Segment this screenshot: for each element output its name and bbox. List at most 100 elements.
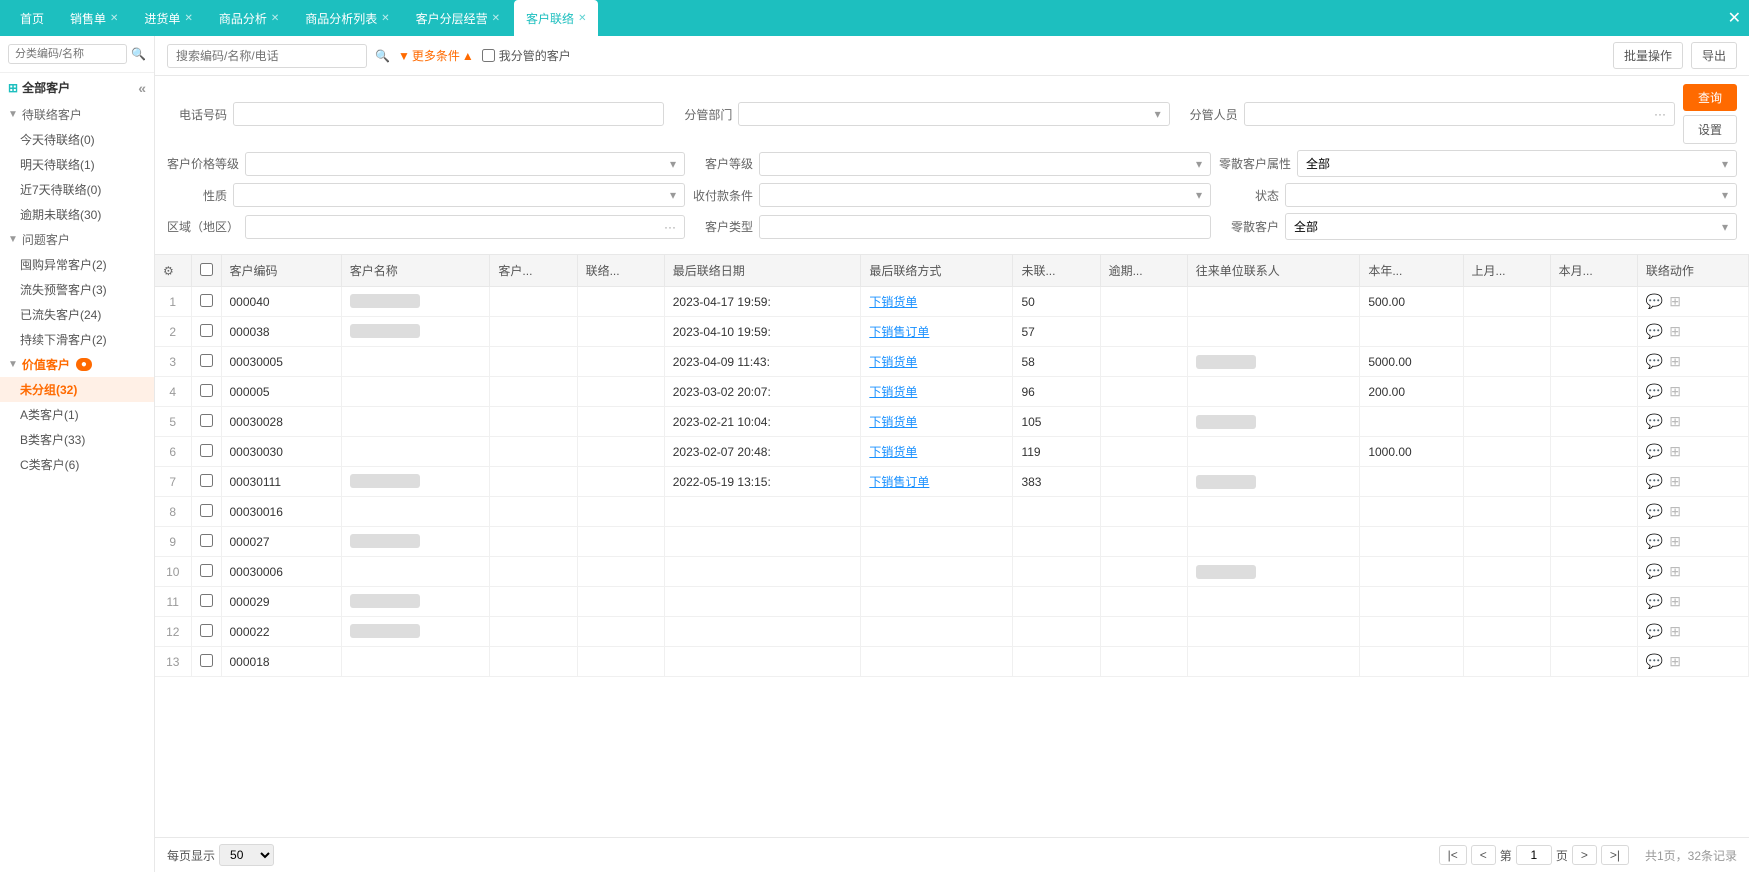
sidebar-item-overdue[interactable]: 逾期未联络(30) <box>0 202 154 227</box>
contact-method-link[interactable]: 下销货单 <box>869 445 917 459</box>
filter-retail-attr-select[interactable]: 全部 ▾ <box>1297 150 1737 177</box>
customer-segment-tab-close[interactable]: ✕ <box>492 13 500 24</box>
row-checkbox[interactable] <box>200 384 213 397</box>
product-analysis-tab-close[interactable]: ✕ <box>271 13 279 24</box>
contact-method-link[interactable]: 下销货单 <box>869 355 917 369</box>
chat-icon[interactable]: 💬 <box>1646 563 1663 580</box>
chat-icon[interactable]: 💬 <box>1646 653 1663 670</box>
name-col-header[interactable]: 客户名称 <box>341 255 490 287</box>
nav-tab-customer-contact[interactable]: 客户联络 ✕ <box>514 0 598 36</box>
overdue-col-header[interactable]: 逾期... <box>1100 255 1187 287</box>
batch-ops-btn[interactable]: 批量操作 <box>1613 42 1683 69</box>
last-month-col-header[interactable]: 上月... <box>1463 255 1550 287</box>
sales-tab-close[interactable]: ✕ <box>110 13 118 24</box>
more-conditions-btn[interactable]: ▼ 更多条件 ▲ <box>398 47 474 64</box>
row-checkbox[interactable] <box>200 564 213 577</box>
contact-col-header[interactable]: 联络... <box>577 255 664 287</box>
chat-icon[interactable]: 💬 <box>1646 353 1663 370</box>
last-contact-date-col-header[interactable]: 最后联络日期 <box>664 255 861 287</box>
chat-icon[interactable]: 💬 <box>1646 503 1663 520</box>
customer-contact-tab-close[interactable]: ✕ <box>578 13 586 24</box>
select-all-checkbox[interactable] <box>200 263 213 276</box>
last-page-btn[interactable]: >| <box>1601 845 1629 865</box>
sidebar-search-input[interactable] <box>8 44 127 64</box>
sidebar-item-declining[interactable]: 持续下滑客户(2) <box>0 327 154 352</box>
filter-region-select[interactable]: ··· <box>245 215 685 239</box>
per-page-select[interactable]: 50 100 200 <box>219 844 274 866</box>
filter-person-select[interactable]: ··· <box>1244 102 1675 126</box>
sidebar-collapse-btn[interactable]: « <box>138 80 146 96</box>
code-col-header[interactable]: 客户编码 <box>221 255 341 287</box>
contact-method-link[interactable]: 下销售订单 <box>869 475 929 489</box>
sidebar-group-pending-contact[interactable]: ▼ 待联络客户 <box>0 102 154 127</box>
filter-customer-level-select[interactable]: ▾ <box>759 152 1211 176</box>
row-checkbox[interactable] <box>200 324 213 337</box>
chat-icon[interactable]: 💬 <box>1646 383 1663 400</box>
next-page-btn[interactable]: > <box>1572 845 1597 865</box>
sidebar-item-unclassified[interactable]: 未分组(32) <box>0 377 154 402</box>
type-col-header[interactable]: 客户... <box>490 255 577 287</box>
filter-price-level-select[interactable]: ▾ <box>245 152 685 176</box>
purchase-tab-close[interactable]: ✕ <box>184 13 192 24</box>
nav-tab-home[interactable]: 首页 <box>8 10 56 27</box>
chat-icon[interactable]: 💬 <box>1646 593 1663 610</box>
chat-icon[interactable]: 💬 <box>1646 533 1663 550</box>
chat-icon[interactable]: 💬 <box>1646 623 1663 640</box>
unit-contact-col-header[interactable]: 往来单位联系人 <box>1187 255 1360 287</box>
window-close-btn[interactable]: ✕ <box>1728 8 1741 28</box>
row-checkbox[interactable] <box>200 504 213 517</box>
row-checkbox[interactable] <box>200 594 213 607</box>
row-checkbox[interactable] <box>200 354 213 367</box>
grid-action-icon[interactable]: ⊞ <box>1669 623 1681 640</box>
contact-method-link[interactable]: 下销售订单 <box>869 325 929 339</box>
grid-action-icon[interactable]: ⊞ <box>1669 653 1681 670</box>
nav-tab-customer-segment[interactable]: 客户分层经营 ✕ <box>404 0 512 36</box>
filter-customer-type-input[interactable] <box>759 215 1211 239</box>
filter-dept-select[interactable]: ▾ <box>738 102 1169 126</box>
nav-tab-purchase[interactable]: 进货单 ✕ <box>132 0 204 36</box>
grid-action-icon[interactable]: ⊞ <box>1669 383 1681 400</box>
sidebar-item-group-b[interactable]: B类客户(33) <box>0 427 154 452</box>
page-number-input[interactable] <box>1516 845 1552 865</box>
all-customers-header[interactable]: ⊞ 全部客户 « <box>0 73 154 102</box>
no-contact-col-header[interactable]: 未联... <box>1013 255 1100 287</box>
grid-action-icon[interactable]: ⊞ <box>1669 413 1681 430</box>
grid-action-icon[interactable]: ⊞ <box>1669 293 1681 310</box>
sidebar-item-lost[interactable]: 已流失客户(24) <box>0 302 154 327</box>
sidebar-item-group-a[interactable]: A类客户(1) <box>0 402 154 427</box>
query-btn[interactable]: 查询 <box>1683 84 1737 111</box>
filter-phone-input[interactable] <box>233 102 664 126</box>
contact-method-link[interactable]: 下销货单 <box>869 295 917 309</box>
sidebar-item-churn-risk[interactable]: 流失预警客户(3) <box>0 277 154 302</box>
filter-status-select[interactable]: ▾ <box>1285 183 1737 207</box>
sidebar-item-tomorrow[interactable]: 明天待联络(1) <box>0 152 154 177</box>
prev-page-btn[interactable]: < <box>1471 845 1496 865</box>
contact-method-link[interactable]: 下销货单 <box>869 385 917 399</box>
filter-payment-terms-select[interactable]: ▾ <box>759 183 1211 207</box>
row-checkbox[interactable] <box>200 474 213 487</box>
nav-tab-product-analysis[interactable]: 商品分析 ✕ <box>207 0 291 36</box>
grid-action-icon[interactable]: ⊞ <box>1669 503 1681 520</box>
reset-btn[interactable]: 设置 <box>1683 115 1737 144</box>
sidebar-search-icon[interactable]: 🔍 <box>131 47 146 61</box>
row-checkbox[interactable] <box>200 414 213 427</box>
row-checkbox[interactable] <box>200 624 213 637</box>
grid-action-icon[interactable]: ⊞ <box>1669 323 1681 340</box>
my-customers-checkbox[interactable] <box>482 49 495 62</box>
filter-search-icon[interactable]: 🔍 <box>375 49 390 63</box>
chat-icon[interactable]: 💬 <box>1646 293 1663 310</box>
sidebar-item-abnormal[interactable]: 囤购异常客户(2) <box>0 252 154 277</box>
filter-nature-select[interactable]: ▾ <box>233 183 685 207</box>
filter-search-input[interactable] <box>167 44 367 68</box>
product-analysis-list-tab-close[interactable]: ✕ <box>381 13 389 24</box>
grid-action-icon[interactable]: ⊞ <box>1669 533 1681 550</box>
export-btn[interactable]: 导出 <box>1691 42 1737 69</box>
contact-method-link[interactable]: 下销货单 <box>869 415 917 429</box>
my-customers-checkbox-label[interactable]: 我分管的客户 <box>482 47 571 64</box>
sidebar-group-value-customers[interactable]: ▼ 价值客户 ● <box>0 352 154 377</box>
sidebar-item-week[interactable]: 近7天待联络(0) <box>0 177 154 202</box>
row-checkbox[interactable] <box>200 534 213 547</box>
sidebar-item-group-c[interactable]: C类客户(6) <box>0 452 154 477</box>
chat-icon[interactable]: 💬 <box>1646 413 1663 430</box>
this-year-col-header[interactable]: 本年... <box>1360 255 1463 287</box>
